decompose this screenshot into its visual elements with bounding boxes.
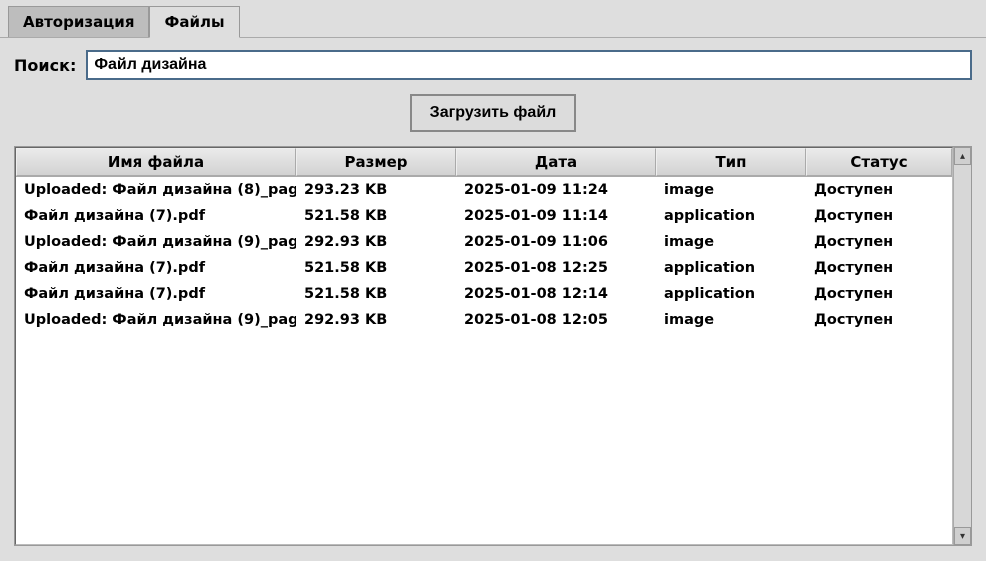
search-label: Поиск: [14, 56, 76, 75]
table-row[interactable]: Uploaded: Файл дизайна (9)_page-000292.9… [16, 229, 952, 255]
cell-type: application [656, 258, 806, 278]
file-table-container: Имя файла Размер Дата Тип Статус Uploade… [14, 146, 972, 546]
cell-name: Файл дизайна (7).pdf [16, 284, 296, 304]
upload-row: Загрузить файл [14, 94, 972, 132]
cell-size: 293.23 KB [296, 180, 456, 200]
header-date[interactable]: Дата [456, 148, 656, 176]
cell-date: 2025-01-09 11:14 [456, 206, 656, 226]
cell-date: 2025-01-09 11:24 [456, 180, 656, 200]
tab-files[interactable]: Файлы [149, 6, 239, 38]
cell-type: image [656, 180, 806, 200]
cell-size: 292.93 KB [296, 310, 456, 330]
table-row[interactable]: Файл дизайна (7).pdf521.58 KB2025-01-08 … [16, 281, 952, 307]
search-row: Поиск: [14, 50, 972, 80]
cell-size: 292.93 KB [296, 232, 456, 252]
table-row[interactable]: Файл дизайна (7).pdf521.58 KB2025-01-09 … [16, 203, 952, 229]
cell-status: Доступен [806, 180, 952, 200]
header-size[interactable]: Размер [296, 148, 456, 176]
app-window: Авторизация Файлы Поиск: Загрузить файл … [0, 0, 986, 561]
cell-status: Доступен [806, 206, 952, 226]
cell-name: Файл дизайна (7).pdf [16, 206, 296, 226]
cell-type: image [656, 232, 806, 252]
file-table: Имя файла Размер Дата Тип Статус Uploade… [15, 147, 953, 545]
cell-name: Uploaded: Файл дизайна (8)_page-000 [16, 180, 296, 200]
cell-name: Uploaded: Файл дизайна (9)_page-000 [16, 232, 296, 252]
cell-type: image [656, 310, 806, 330]
table-row[interactable]: Uploaded: Файл дизайна (9)_page-000292.9… [16, 307, 952, 333]
cell-date: 2025-01-08 12:14 [456, 284, 656, 304]
cell-date: 2025-01-08 12:05 [456, 310, 656, 330]
cell-type: application [656, 284, 806, 304]
cell-status: Доступен [806, 310, 952, 330]
cell-status: Доступен [806, 258, 952, 278]
cell-status: Доступен [806, 232, 952, 252]
vertical-scrollbar[interactable]: ▴ ▾ [953, 147, 971, 545]
scroll-up-icon[interactable]: ▴ [954, 147, 971, 165]
table-header-row: Имя файла Размер Дата Тип Статус [16, 148, 952, 177]
cell-size: 521.58 KB [296, 284, 456, 304]
upload-button[interactable]: Загрузить файл [410, 94, 577, 132]
cell-date: 2025-01-09 11:06 [456, 232, 656, 252]
cell-size: 521.58 KB [296, 258, 456, 278]
tab-strip: Авторизация Файлы [0, 0, 986, 38]
table-row[interactable]: Файл дизайна (7).pdf521.58 KB2025-01-08 … [16, 255, 952, 281]
table-row[interactable]: Uploaded: Файл дизайна (8)_page-000293.2… [16, 177, 952, 203]
header-name[interactable]: Имя файла [16, 148, 296, 176]
cell-type: application [656, 206, 806, 226]
files-panel: Поиск: Загрузить файл Имя файла Размер Д… [0, 38, 986, 556]
cell-status: Доступен [806, 284, 952, 304]
scroll-down-icon[interactable]: ▾ [954, 527, 971, 545]
table-rows: Uploaded: Файл дизайна (8)_page-000293.2… [16, 177, 952, 544]
header-type[interactable]: Тип [656, 148, 806, 176]
cell-date: 2025-01-08 12:25 [456, 258, 656, 278]
cell-name: Файл дизайна (7).pdf [16, 258, 296, 278]
cell-name: Uploaded: Файл дизайна (9)_page-000 [16, 310, 296, 330]
cell-size: 521.58 KB [296, 206, 456, 226]
header-status[interactable]: Статус [806, 148, 952, 176]
tab-authorization[interactable]: Авторизация [8, 6, 149, 37]
search-input[interactable] [86, 50, 972, 80]
